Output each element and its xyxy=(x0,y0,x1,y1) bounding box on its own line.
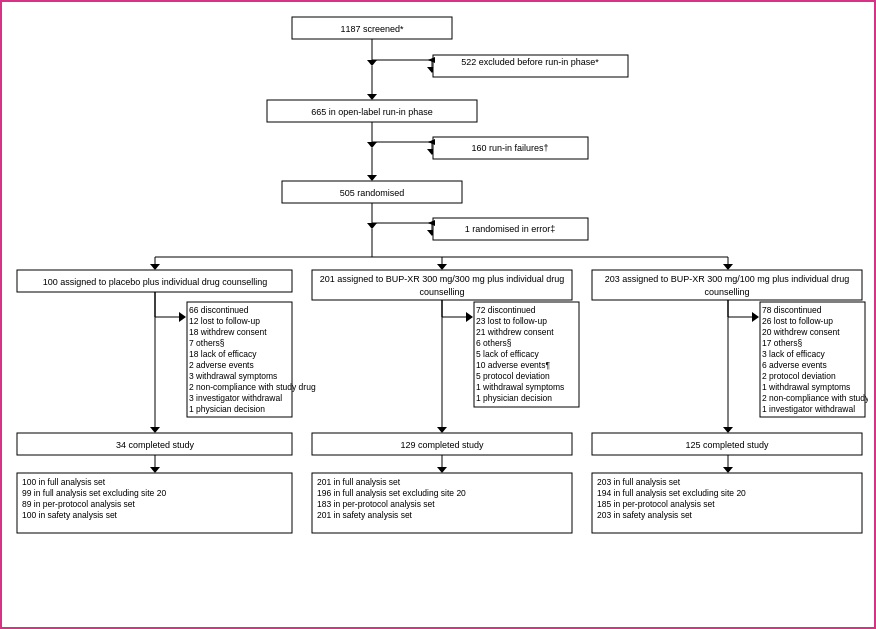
svg-text:6 others§: 6 others§ xyxy=(476,338,512,348)
svg-text:17 others§: 17 others§ xyxy=(762,338,802,348)
svg-text:3 withdrawal symptoms: 3 withdrawal symptoms xyxy=(189,371,277,381)
svg-text:2 non-compliance with study dr: 2 non-compliance with study drug xyxy=(762,393,868,403)
svg-text:66 discontinued: 66 discontinued xyxy=(189,305,249,315)
svg-marker-15 xyxy=(367,142,377,148)
svg-marker-94 xyxy=(437,427,447,433)
svg-text:100 assigned to placebo plus i: 100 assigned to placebo plus individual … xyxy=(43,277,268,287)
svg-text:505 randomised: 505 randomised xyxy=(340,188,405,198)
svg-text:18 withdrew consent: 18 withdrew consent xyxy=(189,327,267,337)
svg-marker-27 xyxy=(367,223,377,229)
flowchart: 1187 screened* 522 excluded before run-i… xyxy=(12,12,868,621)
svg-text:12 lost to follow-up: 12 lost to follow-up xyxy=(189,316,260,326)
svg-text:100 in full analysis set: 100 in full analysis set xyxy=(22,477,106,487)
svg-marker-41 xyxy=(723,264,733,270)
svg-text:203 in safety analysis set: 203 in safety analysis set xyxy=(597,510,693,520)
svg-marker-104 xyxy=(150,467,160,473)
svg-text:2 protocol deviation: 2 protocol deviation xyxy=(762,371,836,381)
svg-text:21 withdrew consent: 21 withdrew consent xyxy=(476,327,554,337)
svg-text:34 completed study: 34 completed study xyxy=(116,440,195,450)
svg-text:6 adverse events: 6 adverse events xyxy=(762,360,827,370)
svg-text:counselling: counselling xyxy=(419,287,464,297)
svg-marker-106 xyxy=(437,467,447,473)
svg-marker-23 xyxy=(367,175,377,181)
svg-marker-108 xyxy=(723,467,733,473)
svg-text:100 in safety analysis set: 100 in safety analysis set xyxy=(22,510,118,520)
svg-text:26 lost to follow-up: 26 lost to follow-up xyxy=(762,316,833,326)
svg-text:1 withdrawal symptoms: 1 withdrawal symptoms xyxy=(762,382,850,392)
svg-text:89 in per-protocol analysis se: 89 in per-protocol analysis set xyxy=(22,499,136,509)
svg-text:78 discontinued: 78 discontinued xyxy=(762,305,822,315)
page: 1187 screened* 522 excluded before run-i… xyxy=(0,0,876,629)
svg-marker-37 xyxy=(150,264,160,270)
svg-text:129 completed study: 129 completed study xyxy=(400,440,484,450)
svg-text:72 discontinued: 72 discontinued xyxy=(476,305,536,315)
svg-text:1 randomised in error‡: 1 randomised in error‡ xyxy=(465,224,556,234)
svg-text:1 physician decision: 1 physician decision xyxy=(189,404,265,414)
svg-marker-11 xyxy=(367,94,377,100)
svg-text:20 withdrew consent: 20 withdrew consent xyxy=(762,327,840,337)
svg-text:203 in full analysis set: 203 in full analysis set xyxy=(597,477,681,487)
svg-text:160 run-in failures†: 160 run-in failures† xyxy=(471,143,548,153)
svg-text:183 in per-protocol analysis s: 183 in per-protocol analysis set xyxy=(317,499,435,509)
svg-text:2 adverse events: 2 adverse events xyxy=(189,360,254,370)
svg-text:196 in full analysis set exclu: 196 in full analysis set excluding site … xyxy=(317,488,466,498)
svg-text:99 in full analysis set exclud: 99 in full analysis set excluding site 2… xyxy=(22,488,166,498)
svg-text:201 assigned to BUP-XR 300 mg/: 201 assigned to BUP-XR 300 mg/300 mg plu… xyxy=(320,274,565,284)
svg-text:10 adverse events¶: 10 adverse events¶ xyxy=(476,360,550,370)
svg-marker-66 xyxy=(466,312,473,322)
svg-marker-39 xyxy=(437,264,447,270)
svg-text:7 others§: 7 others§ xyxy=(189,338,225,348)
svg-marker-79 xyxy=(752,312,759,322)
svg-text:3 investigator withdrawal: 3 investigator withdrawal xyxy=(189,393,282,403)
svg-text:194 in full analysis set exclu: 194 in full analysis set excluding site … xyxy=(597,488,746,498)
svg-text:1 withdrawal symptoms: 1 withdrawal symptoms xyxy=(476,382,564,392)
svg-text:1 investigator withdrawal: 1 investigator withdrawal xyxy=(762,404,855,414)
svg-text:185 in per-protocol analysis s: 185 in per-protocol analysis set xyxy=(597,499,715,509)
svg-marker-92 xyxy=(150,427,160,433)
svg-text:522 excluded before run-in pha: 522 excluded before run-in phase* xyxy=(461,57,599,67)
svg-text:2 non-compliance with study dr: 2 non-compliance with study drug xyxy=(189,382,316,392)
svg-text:201 in safety analysis set: 201 in safety analysis set xyxy=(317,510,413,520)
svg-text:1 physician decision: 1 physician decision xyxy=(476,393,552,403)
svg-text:1187 screened*: 1187 screened* xyxy=(340,24,404,34)
svg-marker-96 xyxy=(723,427,733,433)
svg-text:203 assigned to BUP-XR 300 mg/: 203 assigned to BUP-XR 300 mg/100 mg plu… xyxy=(605,274,850,284)
svg-text:18 lack of efficacy: 18 lack of efficacy xyxy=(189,349,257,359)
svg-text:125 completed study: 125 completed study xyxy=(685,440,769,450)
svg-text:counselling: counselling xyxy=(704,287,749,297)
svg-text:201 in full analysis set: 201 in full analysis set xyxy=(317,477,401,487)
svg-text:5 lack of efficacy: 5 lack of efficacy xyxy=(476,349,539,359)
svg-marker-52 xyxy=(179,312,186,322)
svg-text:5 protocol deviation: 5 protocol deviation xyxy=(476,371,550,381)
svg-text:665 in open-label run-in phase: 665 in open-label run-in phase xyxy=(311,107,433,117)
svg-marker-3 xyxy=(367,60,377,66)
svg-text:23 lost to follow-up: 23 lost to follow-up xyxy=(476,316,547,326)
svg-text:3 lack of efficacy: 3 lack of efficacy xyxy=(762,349,825,359)
